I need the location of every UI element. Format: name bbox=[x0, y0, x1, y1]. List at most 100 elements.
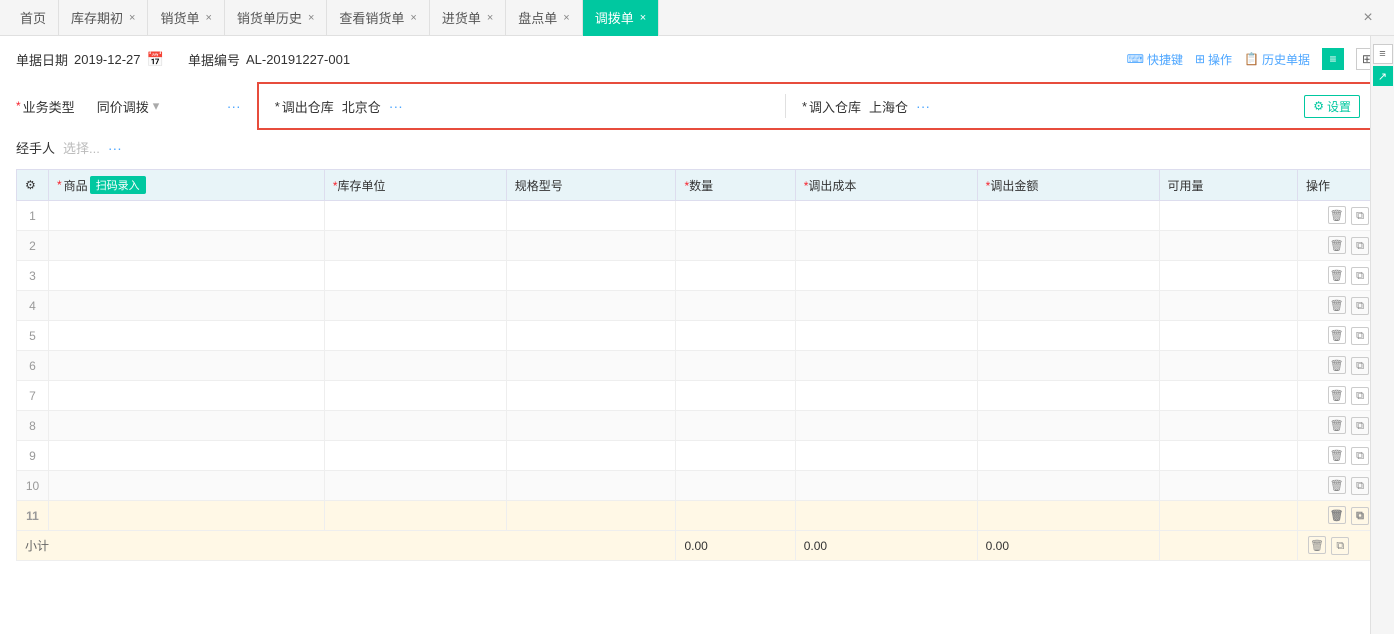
settings-button[interactable]: ⚙ 设置 bbox=[1304, 95, 1360, 118]
cell-cost[interactable] bbox=[795, 231, 977, 261]
copy-icon[interactable]: ⧉ bbox=[1351, 207, 1369, 225]
warehouse-in-value[interactable]: 上海仓 bbox=[869, 97, 908, 116]
cell-cost[interactable] bbox=[795, 291, 977, 321]
cell-cost[interactable] bbox=[795, 381, 977, 411]
cell-cost[interactable] bbox=[795, 441, 977, 471]
cell-unit[interactable] bbox=[324, 321, 506, 351]
cell-spec[interactable] bbox=[506, 471, 676, 501]
cell-product[interactable] bbox=[49, 261, 325, 291]
cell-qty[interactable] bbox=[676, 231, 795, 261]
tab-transfer-close[interactable]: × bbox=[640, 12, 646, 24]
delete-icon[interactable]: 🗑 bbox=[1328, 236, 1346, 254]
cell-cost[interactable] bbox=[795, 411, 977, 441]
copy-icon[interactable]: ⧉ bbox=[1351, 357, 1369, 375]
shortcut-btn[interactable]: ⌨ 快捷键 bbox=[1127, 51, 1183, 68]
biz-type-select[interactable]: 同价调拨 ▾ bbox=[91, 95, 211, 118]
warehouse-out-more[interactable]: ··· bbox=[389, 98, 403, 114]
cell-amount[interactable] bbox=[977, 231, 1159, 261]
cell-cost[interactable] bbox=[795, 351, 977, 381]
tab-sales-order[interactable]: 销货单 × bbox=[148, 0, 224, 36]
cell-product[interactable] bbox=[49, 291, 325, 321]
operation-btn[interactable]: ⊞ 操作 bbox=[1195, 51, 1232, 68]
warehouse-out-value[interactable]: 北京仓 bbox=[342, 97, 381, 116]
cell-available[interactable] bbox=[1159, 291, 1297, 321]
cell-product[interactable] bbox=[49, 411, 325, 441]
tab-inventory-count[interactable]: 盘点单 × bbox=[506, 0, 582, 36]
right-list-btn[interactable]: ≡ bbox=[1373, 44, 1393, 64]
cell-product[interactable] bbox=[49, 321, 325, 351]
tab-view-sales-close[interactable]: × bbox=[410, 12, 416, 24]
cell-product[interactable] bbox=[49, 441, 325, 471]
cell-unit[interactable] bbox=[324, 411, 506, 441]
cell-product[interactable] bbox=[49, 351, 325, 381]
cell-spec[interactable] bbox=[506, 321, 676, 351]
copy-icon[interactable]: ⧉ bbox=[1351, 327, 1369, 345]
cell-qty[interactable] bbox=[676, 321, 795, 351]
subtotal-copy-icon[interactable]: ⧉ bbox=[1331, 537, 1349, 555]
copy-icon[interactable]: ⧉ bbox=[1351, 417, 1369, 435]
cell-unit[interactable] bbox=[324, 441, 506, 471]
cell-unit[interactable] bbox=[324, 471, 506, 501]
cell-spec[interactable] bbox=[506, 201, 676, 231]
cell-unit[interactable] bbox=[324, 501, 506, 531]
tab-sales-order-close[interactable]: × bbox=[205, 12, 211, 24]
copy-icon[interactable]: ⧉ bbox=[1351, 237, 1369, 255]
gear-col-header[interactable]: ⚙ bbox=[17, 170, 49, 201]
calendar-icon[interactable]: 📅 bbox=[147, 51, 164, 68]
history-btn[interactable]: 📋 历史单据 bbox=[1244, 51, 1310, 68]
cell-cost[interactable] bbox=[795, 321, 977, 351]
copy-icon[interactable]: ⧉ bbox=[1351, 297, 1369, 315]
tab-view-sales[interactable]: 查看销货单 × bbox=[327, 0, 429, 36]
cell-cost[interactable] bbox=[795, 471, 977, 501]
cell-unit[interactable] bbox=[324, 291, 506, 321]
window-close-button[interactable]: × bbox=[1350, 0, 1386, 36]
copy-icon[interactable]: ⧉ bbox=[1351, 267, 1369, 285]
cell-amount[interactable] bbox=[977, 201, 1159, 231]
delete-icon[interactable]: 🗑 bbox=[1328, 386, 1346, 404]
copy-icon[interactable]: ⧉ bbox=[1351, 447, 1369, 465]
cell-spec[interactable] bbox=[506, 501, 676, 531]
cell-spec[interactable] bbox=[506, 231, 676, 261]
cell-amount[interactable] bbox=[977, 441, 1159, 471]
cell-available[interactable] bbox=[1159, 381, 1297, 411]
cell-product[interactable] bbox=[49, 201, 325, 231]
cell-qty[interactable] bbox=[676, 381, 795, 411]
cell-unit[interactable] bbox=[324, 381, 506, 411]
delete-icon[interactable]: 🗑 bbox=[1328, 296, 1346, 314]
copy-icon[interactable]: ⧉ bbox=[1351, 387, 1369, 405]
layout-btn-1[interactable]: ≡ bbox=[1322, 48, 1344, 70]
scan-button[interactable]: 扫码录入 bbox=[90, 176, 146, 194]
cell-available[interactable] bbox=[1159, 321, 1297, 351]
cell-amount[interactable] bbox=[977, 321, 1159, 351]
cell-unit[interactable] bbox=[324, 231, 506, 261]
cell-qty[interactable] bbox=[676, 411, 795, 441]
cell-available[interactable] bbox=[1159, 501, 1297, 531]
cell-qty[interactable] bbox=[676, 351, 795, 381]
biz-type-more[interactable]: ··· bbox=[227, 98, 241, 114]
cell-available[interactable] bbox=[1159, 231, 1297, 261]
tab-sales-history-close[interactable]: × bbox=[308, 12, 314, 24]
tab-inventory-count-close[interactable]: × bbox=[563, 12, 569, 24]
delete-icon[interactable]: 🗑 bbox=[1328, 326, 1346, 344]
tab-purchase[interactable]: 进货单 × bbox=[430, 0, 506, 36]
cell-available[interactable] bbox=[1159, 411, 1297, 441]
cell-cost[interactable] bbox=[795, 201, 977, 231]
cell-product[interactable] bbox=[49, 381, 325, 411]
delete-icon[interactable]: 🗑 bbox=[1328, 446, 1346, 464]
delete-icon[interactable]: 🗑 bbox=[1328, 356, 1346, 374]
cell-unit[interactable] bbox=[324, 261, 506, 291]
tab-inventory-init[interactable]: 库存期初 × bbox=[59, 0, 148, 36]
cell-qty[interactable] bbox=[676, 201, 795, 231]
cell-cost[interactable] bbox=[795, 501, 977, 531]
cell-amount[interactable] bbox=[977, 291, 1159, 321]
delete-icon[interactable]: 🗑 bbox=[1328, 206, 1346, 224]
cell-available[interactable] bbox=[1159, 351, 1297, 381]
cell-qty[interactable] bbox=[676, 471, 795, 501]
cell-cost[interactable] bbox=[795, 261, 977, 291]
cell-spec[interactable] bbox=[506, 441, 676, 471]
cell-amount[interactable] bbox=[977, 501, 1159, 531]
person-placeholder[interactable]: 选择... bbox=[63, 138, 100, 157]
copy-icon[interactable]: ⧉ bbox=[1351, 477, 1369, 495]
tab-transfer[interactable]: 调拨单 × bbox=[583, 0, 659, 36]
cell-qty[interactable] bbox=[676, 261, 795, 291]
